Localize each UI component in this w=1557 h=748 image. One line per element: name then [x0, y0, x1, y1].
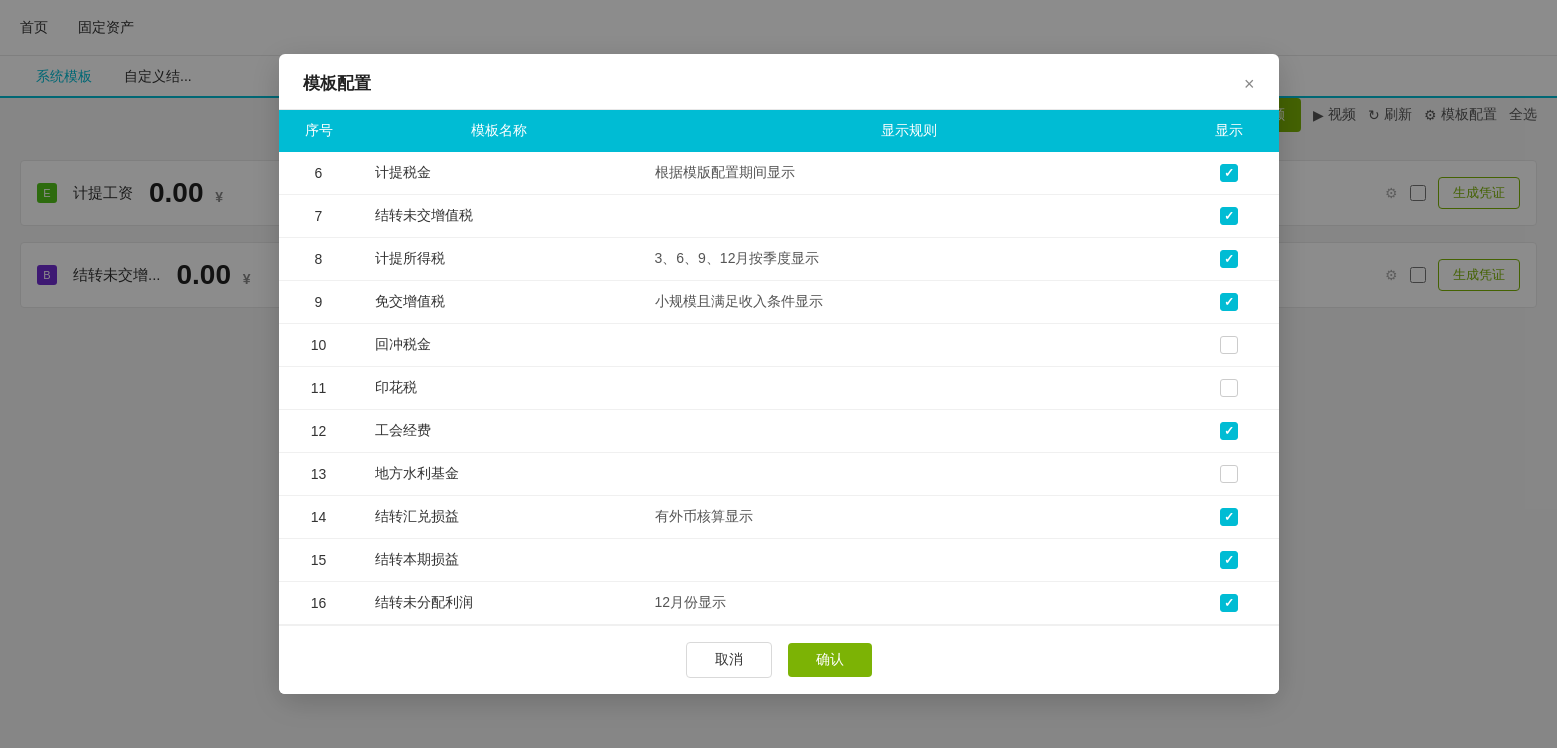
row-no: 11 — [279, 367, 359, 410]
row-name: 印花税 — [359, 367, 639, 410]
row-rule — [639, 410, 1179, 453]
row-name: 工会经费 — [359, 410, 639, 453]
display-checkbox[interactable] — [1220, 207, 1238, 225]
display-checkbox[interactable] — [1220, 250, 1238, 268]
col-header-name: 模板名称 — [359, 110, 639, 152]
row-display[interactable] — [1179, 238, 1279, 281]
table-row: 9免交增值税小规模且满足收入条件显示 — [279, 281, 1279, 324]
row-rule: 12月份显示 — [639, 582, 1179, 625]
table-row: 13地方水利基金 — [279, 453, 1279, 496]
display-checkbox[interactable] — [1220, 551, 1238, 569]
row-name: 结转本期损益 — [359, 539, 639, 582]
col-header-rule: 显示规则 — [639, 110, 1179, 152]
cancel-button[interactable]: 取消 — [686, 642, 772, 678]
row-name: 计提税金 — [359, 152, 639, 195]
display-checkbox[interactable] — [1220, 594, 1238, 612]
row-rule: 有外币核算显示 — [639, 496, 1179, 539]
row-name: 结转未分配利润 — [359, 582, 639, 625]
row-no: 10 — [279, 324, 359, 367]
modal-overlay: 模板配置 × 序号 模板名称 显示规则 显示 6计提税金根据模版配置期间显示7结… — [0, 0, 1557, 748]
display-checkbox[interactable] — [1220, 164, 1238, 182]
row-rule: 根据模版配置期间显示 — [639, 152, 1179, 195]
display-checkbox[interactable] — [1220, 293, 1238, 311]
table-row: 11印花税 — [279, 367, 1279, 410]
row-display[interactable] — [1179, 195, 1279, 238]
table-row: 8计提所得税3、6、9、12月按季度显示 — [279, 238, 1279, 281]
table-row: 16结转未分配利润12月份显示 — [279, 582, 1279, 625]
confirm-button[interactable]: 确认 — [788, 643, 872, 677]
row-name: 结转未交增值税 — [359, 195, 639, 238]
row-no: 6 — [279, 152, 359, 195]
dialog-close-button[interactable]: × — [1244, 75, 1255, 93]
col-header-no: 序号 — [279, 110, 359, 152]
row-display[interactable] — [1179, 582, 1279, 625]
row-rule — [639, 367, 1179, 410]
row-rule — [639, 539, 1179, 582]
template-config-dialog: 模板配置 × 序号 模板名称 显示规则 显示 6计提税金根据模版配置期间显示7结… — [279, 54, 1279, 694]
row-rule: 小规模且满足收入条件显示 — [639, 281, 1179, 324]
row-name: 回冲税金 — [359, 324, 639, 367]
row-display[interactable] — [1179, 496, 1279, 539]
display-checkbox[interactable] — [1220, 422, 1238, 440]
col-header-display: 显示 — [1179, 110, 1279, 152]
row-name: 结转汇兑损益 — [359, 496, 639, 539]
row-rule — [639, 453, 1179, 496]
row-name: 免交增值税 — [359, 281, 639, 324]
template-table: 序号 模板名称 显示规则 显示 6计提税金根据模版配置期间显示7结转未交增值税8… — [279, 110, 1279, 625]
table-row: 6计提税金根据模版配置期间显示 — [279, 152, 1279, 195]
display-checkbox[interactable] — [1220, 336, 1238, 354]
row-rule — [639, 195, 1179, 238]
row-no: 7 — [279, 195, 359, 238]
display-checkbox[interactable] — [1220, 379, 1238, 397]
row-name: 地方水利基金 — [359, 453, 639, 496]
table-row: 10回冲税金 — [279, 324, 1279, 367]
table-row: 7结转未交增值税 — [279, 195, 1279, 238]
row-display[interactable] — [1179, 539, 1279, 582]
row-display[interactable] — [1179, 453, 1279, 496]
row-no: 9 — [279, 281, 359, 324]
table-row: 14结转汇兑损益有外币核算显示 — [279, 496, 1279, 539]
row-display[interactable] — [1179, 410, 1279, 453]
table-scroll-area[interactable]: 序号 模板名称 显示规则 显示 6计提税金根据模版配置期间显示7结转未交增值税8… — [279, 110, 1279, 625]
row-name: 计提所得税 — [359, 238, 639, 281]
table-row: 12工会经费 — [279, 410, 1279, 453]
row-no: 8 — [279, 238, 359, 281]
row-no: 15 — [279, 539, 359, 582]
row-no: 12 — [279, 410, 359, 453]
row-rule — [639, 324, 1179, 367]
dialog-header: 模板配置 × — [279, 54, 1279, 110]
display-checkbox[interactable] — [1220, 508, 1238, 526]
row-no: 16 — [279, 582, 359, 625]
display-checkbox[interactable] — [1220, 465, 1238, 483]
row-no: 14 — [279, 496, 359, 539]
dialog-footer: 取消 确认 — [279, 625, 1279, 694]
row-display[interactable] — [1179, 152, 1279, 195]
row-display[interactable] — [1179, 367, 1279, 410]
dialog-title: 模板配置 — [303, 72, 371, 95]
table-row: 15结转本期损益 — [279, 539, 1279, 582]
row-display[interactable] — [1179, 281, 1279, 324]
table-body: 6计提税金根据模版配置期间显示7结转未交增值税8计提所得税3、6、9、12月按季… — [279, 152, 1279, 625]
row-rule: 3、6、9、12月按季度显示 — [639, 238, 1179, 281]
table-header: 序号 模板名称 显示规则 显示 — [279, 110, 1279, 152]
row-display[interactable] — [1179, 324, 1279, 367]
row-no: 13 — [279, 453, 359, 496]
